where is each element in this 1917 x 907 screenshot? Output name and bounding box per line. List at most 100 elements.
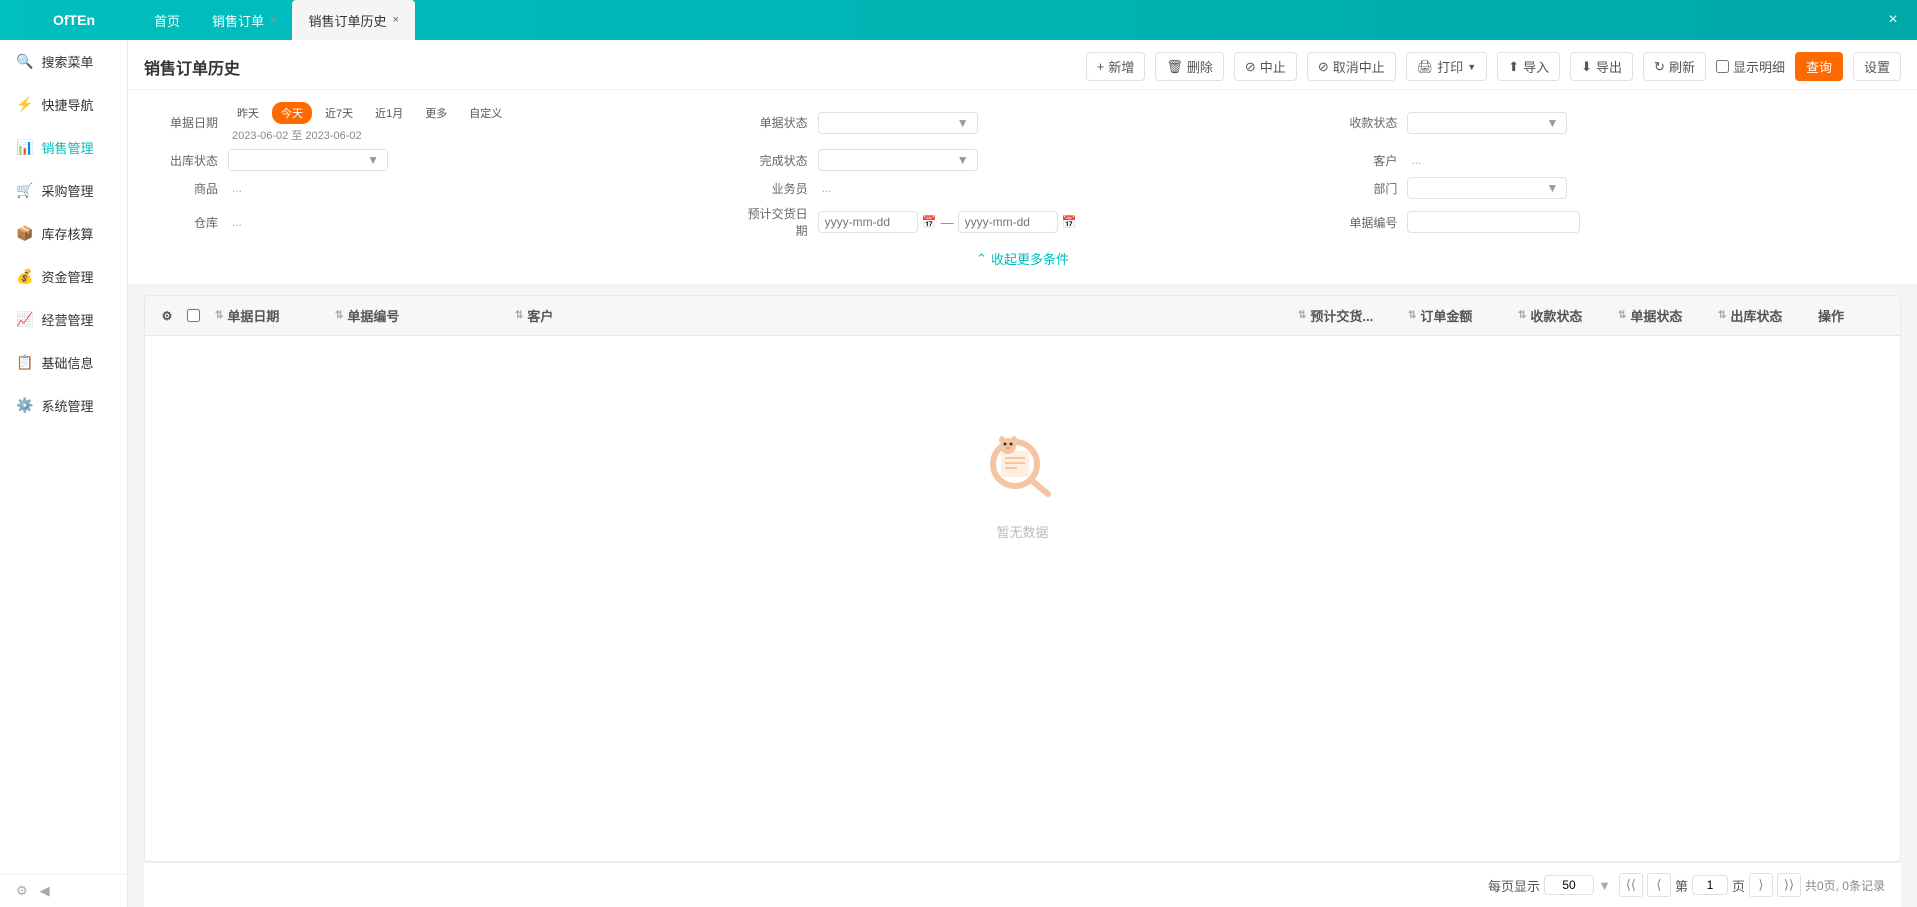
query-button[interactable]: 查询 [1795, 52, 1843, 81]
print-button[interactable]: 🖨 打印 ▼ [1406, 52, 1487, 81]
query-label: 查询 [1806, 57, 1832, 76]
delete-icon: 🗑 [1166, 59, 1183, 75]
delete-button[interactable]: 🗑 删除 [1155, 52, 1224, 81]
refresh-label: 刷新 [1669, 57, 1695, 76]
dept-select[interactable]: ▼ [1407, 177, 1567, 199]
stop-icon: ⊘ [1245, 59, 1256, 75]
filter-goods: 商品 ... [148, 177, 718, 199]
empty-illustration [973, 416, 1073, 506]
page-navigation: ⟨⟨ ⟨ 第 页 ⟩ ⟩⟩ 共0页, 0条记录 [1619, 873, 1885, 897]
sidebar-item-operations[interactable]: 📈 经营管理 [0, 298, 127, 341]
sidebar-settings-icon[interactable]: ⚙ [16, 883, 28, 899]
date-btn-more[interactable]: 更多 [416, 102, 456, 124]
th-checkbox[interactable] [181, 309, 209, 322]
sort-date-icon: ⇅ [215, 310, 223, 321]
th-delivery[interactable]: ⇅ 预计交货... [1292, 306, 1402, 325]
empty-state: 暂无数据 [145, 336, 1900, 621]
refresh-button[interactable]: ↻ 刷新 [1643, 52, 1706, 81]
next-page-button[interactable]: ⟩ [1749, 873, 1773, 897]
sidebar-item-purchase-mgmt[interactable]: 🛒 采购管理 [0, 169, 127, 212]
th-amount[interactable]: ⇅ 订单金额 [1402, 306, 1512, 325]
select-all-checkbox[interactable] [187, 309, 200, 322]
table-header: ⚙ ⇅ 单据日期 ⇅ 单据编号 ⇅ 客户 ⇅ 预计交货... [145, 296, 1900, 336]
th-delivery-label: 预计交货... [1310, 306, 1373, 325]
stop-button[interactable]: ⊘ 中止 [1234, 52, 1297, 81]
tab-sales-order[interactable]: 销售订单 × [196, 0, 292, 40]
th-pay-status[interactable]: ⇅ 收款状态 [1512, 306, 1612, 325]
sidebar-item-quick-nav-label: 快捷导航 [41, 95, 93, 114]
filter-date: 单据日期 昨天 今天 近7天 近1月 更多 自定义 2023-06-02 至 2… [148, 102, 718, 143]
cancel-stop-icon: ⊘ [1318, 59, 1329, 75]
first-page-button[interactable]: ⟨⟨ [1619, 873, 1643, 897]
date-btn-yesterday[interactable]: 昨天 [228, 102, 268, 124]
page-size-input[interactable] [1544, 875, 1594, 895]
sales-rep-input[interactable]: ... [822, 181, 832, 195]
th-out-status-label: 出库状态 [1730, 306, 1782, 325]
sidebar-item-quick-nav[interactable]: ⚡ 快捷导航 [0, 83, 127, 126]
sales-rep-label: 业务员 [738, 180, 818, 197]
page-number-input[interactable] [1692, 875, 1728, 895]
sidebar-item-basic-info-label: 基础信息 [41, 353, 93, 372]
operations-icon: 📈 [16, 311, 33, 328]
tab-sales-order-history-close[interactable]: × [392, 14, 398, 26]
date-btn-custom[interactable]: 自定义 [460, 102, 511, 124]
calendar-from-icon[interactable]: 📅 [922, 215, 937, 229]
sidebar-collapse-icon[interactable]: ◀ [40, 883, 50, 899]
th-out-status[interactable]: ⇅ 出库状态 [1712, 306, 1812, 325]
window-close-button[interactable]: × [1879, 6, 1907, 34]
date-label: 单据日期 [148, 114, 228, 131]
payment-status-select[interactable]: ▼ [1407, 112, 1567, 134]
settings-button[interactable]: 设置 [1853, 52, 1901, 81]
filter-order-no: 单据编号 [1327, 205, 1897, 239]
th-no[interactable]: ⇅ 单据编号 [329, 306, 509, 325]
page-size-dropdown-icon[interactable]: ▼ [1598, 878, 1611, 893]
complete-status-select[interactable]: ▼ [818, 149, 978, 171]
data-table: ⚙ ⇅ 单据日期 ⇅ 单据编号 ⇅ 客户 ⇅ 预计交货... [144, 295, 1901, 862]
order-no-input[interactable] [1407, 211, 1580, 233]
th-order-status[interactable]: ⇅ 单据状态 [1612, 306, 1712, 325]
collapse-filter-link[interactable]: ⌃ 收起更多条件 [148, 245, 1897, 272]
th-date[interactable]: ⇅ 单据日期 [209, 306, 329, 325]
sidebar-item-sales-mgmt-label: 销售管理 [41, 138, 93, 157]
tab-home[interactable]: 首页 [138, 0, 196, 40]
tab-sales-order-history[interactable]: 销售订单历史 × [292, 0, 414, 40]
delivery-date-from[interactable] [818, 211, 918, 233]
customer-input[interactable]: ... [1411, 153, 1421, 167]
filter-dept: 部门 ▼ [1327, 177, 1897, 199]
out-status-select[interactable]: ▼ [228, 149, 388, 171]
date-btn-1month[interactable]: 近1月 [366, 102, 412, 124]
sidebar-item-basic-info[interactable]: 📋 基础信息 [0, 341, 127, 384]
page-title: 销售订单历史 [144, 55, 240, 79]
warehouse-input[interactable]: ... [232, 215, 242, 229]
search-menu-icon: 🔍 [16, 53, 33, 70]
last-page-button[interactable]: ⟩⟩ [1777, 873, 1801, 897]
brand-logo: OfTEn [53, 12, 95, 28]
date-btn-7days[interactable]: 近7天 [316, 102, 362, 124]
sidebar-item-search-menu[interactable]: 🔍 搜索菜单 [0, 40, 127, 83]
cancel-stop-button[interactable]: ⊘ 取消中止 [1307, 52, 1396, 81]
import-button[interactable]: ⬆ 导入 [1497, 52, 1560, 81]
order-status-select[interactable]: ▼ [818, 112, 978, 134]
show-detail-checkbox-wrap[interactable]: 显示明细 [1716, 57, 1785, 76]
toolbar: + 新增 🗑 删除 ⊘ 中止 ⊘ 取消中止 🖨 打印 [1086, 52, 1901, 81]
sidebar-item-finance[interactable]: 💰 资金管理 [0, 255, 127, 298]
inventory-icon: 📦 [16, 225, 33, 242]
show-detail-checkbox[interactable] [1716, 60, 1729, 73]
import-icon: ⬆ [1508, 59, 1519, 75]
date-btn-today[interactable]: 今天 [272, 102, 312, 124]
page-label: 第 [1675, 876, 1688, 895]
th-customer[interactable]: ⇅ 客户 [509, 306, 1292, 325]
sidebar-item-sales-mgmt[interactable]: 📊 销售管理 [0, 126, 127, 169]
goods-input[interactable]: ... [232, 181, 242, 195]
calendar-to-icon[interactable]: 📅 [1062, 215, 1077, 229]
delivery-date-to[interactable] [958, 211, 1058, 233]
sidebar-item-inventory[interactable]: 📦 库存核算 [0, 212, 127, 255]
prev-page-button[interactable]: ⟨ [1647, 873, 1671, 897]
sidebar-item-system-mgmt[interactable]: ⚙️ 系统管理 [0, 384, 127, 427]
system-mgmt-icon: ⚙️ [16, 397, 33, 414]
th-settings[interactable]: ⚙ [153, 309, 181, 323]
sales-mgmt-icon: 📊 [16, 139, 33, 156]
export-button[interactable]: ⬇ 导出 [1570, 52, 1633, 81]
tab-sales-order-close[interactable]: × [270, 14, 276, 26]
add-button[interactable]: + 新增 [1086, 52, 1146, 81]
